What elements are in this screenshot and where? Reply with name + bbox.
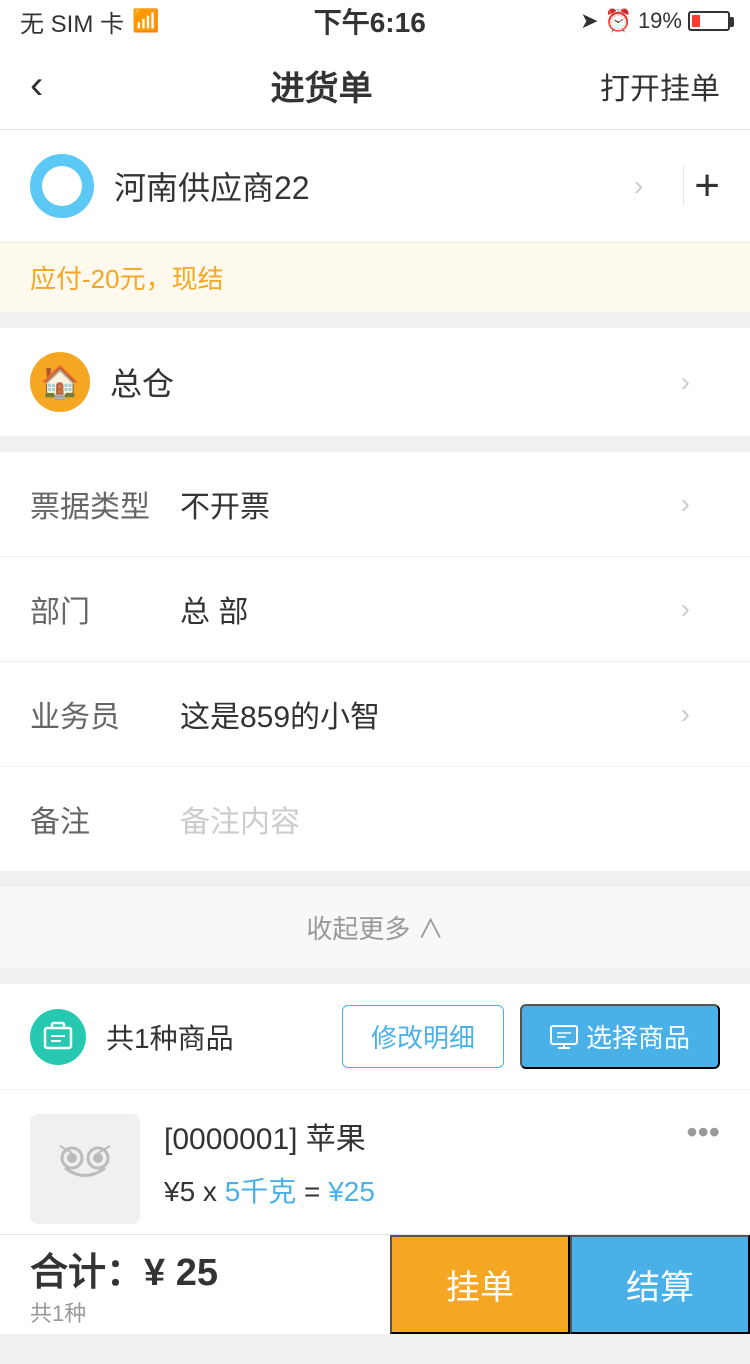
subtotal: ¥25 (328, 1176, 375, 1207)
carrier-text: 无 SIM 卡 (20, 4, 124, 39)
product-more-button[interactable]: ••• (686, 1114, 720, 1151)
product-thumbnail (30, 1114, 140, 1224)
product-count-text: 共1种商品 (106, 1017, 342, 1057)
modify-detail-button[interactable]: 修改明细 (342, 1005, 504, 1068)
dept-row[interactable]: 部门 总 部 › (0, 557, 750, 662)
warehouse-section[interactable]: 🏠 总仓 › (0, 328, 750, 436)
warehouse-chevron-icon: › (681, 366, 690, 398)
divider (683, 166, 684, 206)
product-code: [0000001] (164, 1123, 306, 1156)
select-product-label: 选择商品 (586, 1018, 690, 1055)
total-amount: 合计：¥ 25 (30, 1241, 360, 1296)
invoice-row[interactable]: 票据类型 不开票 › (0, 452, 750, 557)
checkout-button[interactable]: 结算 (570, 1235, 750, 1334)
product-thumb-icon (50, 1128, 120, 1210)
remark-row[interactable]: 备注 备注内容 (0, 767, 750, 871)
supplier-chevron-icon: › (634, 170, 643, 202)
total-label: 合计： (30, 1252, 144, 1294)
battery-icon (688, 11, 730, 31)
product-price: ¥5 x 5千克 = ¥25 (164, 1170, 686, 1210)
select-product-button[interactable]: 选择商品 (520, 1004, 720, 1069)
supplier-avatar (30, 154, 94, 218)
hang-button[interactable]: 挂单 (390, 1235, 570, 1334)
staff-value: 这是859的小智 (180, 692, 681, 736)
supplier-name[interactable]: 河南供应商22 (114, 163, 634, 209)
invoice-label: 票据类型 (30, 482, 150, 526)
invoice-chevron-icon: › (681, 488, 690, 520)
total-count: 共1种 (30, 1296, 360, 1328)
staff-row[interactable]: 业务员 这是859的小智 › (0, 662, 750, 767)
bottom-bar: 合计：¥ 25 共1种 挂单 结算 (0, 1234, 750, 1334)
dept-chevron-icon: › (681, 593, 690, 625)
product-name: [0000001] 苹果 (164, 1114, 686, 1158)
form-section: 票据类型 不开票 › 部门 总 部 › 业务员 这是859的小智 › 备注 备注… (0, 452, 750, 871)
dept-label: 部门 (30, 587, 150, 631)
invoice-value: 不开票 (180, 482, 681, 526)
battery-percent: 19% (638, 8, 682, 34)
page-title: 进货单 (271, 61, 373, 110)
status-left: 无 SIM 卡 📶 (20, 4, 159, 39)
wifi-icon: 📶 (132, 8, 159, 34)
nav-bar: ‹ 进货单 打开挂单 (0, 42, 750, 130)
open-pending-button[interactable]: 打开挂单 (600, 64, 720, 108)
total-section: 合计：¥ 25 共1种 (0, 1235, 390, 1334)
total-value: ¥ 25 (144, 1252, 218, 1294)
alarm-icon: ⏰ (605, 8, 632, 34)
remark-input[interactable]: 备注内容 (180, 797, 720, 841)
product-count-icon (30, 1009, 86, 1065)
product-section: 共1种商品 修改明细 选择商品 (0, 984, 750, 1248)
status-right: ➤ ⏰ 19% (580, 8, 730, 34)
product-header: 共1种商品 修改明细 选择商品 (0, 984, 750, 1090)
staff-chevron-icon: › (681, 698, 690, 730)
back-button[interactable]: ‹ (30, 63, 43, 108)
time-display: 下午6:16 (314, 1, 426, 41)
product-title: 苹果 (306, 1123, 366, 1156)
warehouse-icon: 🏠 (30, 352, 90, 412)
location-icon: ➤ (580, 8, 598, 34)
product-info: [0000001] 苹果 ¥5 x 5千克 = ¥25 (164, 1114, 686, 1210)
main-content: 河南供应商22 › + 应付-20元，现结 🏠 总仓 › 票据类型 不开票 › … (0, 130, 750, 1248)
remark-label: 备注 (30, 797, 150, 841)
staff-label: 业务员 (30, 692, 150, 736)
avatar-inner (42, 166, 82, 206)
warehouse-name: 总仓 (110, 359, 681, 405)
payment-note: 应付-20元，现结 (0, 242, 750, 312)
supplier-section: 河南供应商22 › + 应付-20元，现结 (0, 130, 750, 312)
supplier-row: 河南供应商22 › + (0, 130, 750, 242)
status-bar: 无 SIM 卡 📶 下午6:16 ➤ ⏰ 19% (0, 0, 750, 42)
collapse-row[interactable]: 收起更多 ∧ (0, 887, 750, 968)
quantity: 5千克 (225, 1176, 297, 1207)
product-item: [0000001] 苹果 ¥5 x 5千克 = ¥25 ••• (0, 1090, 750, 1248)
unit-price: ¥5 x (164, 1176, 225, 1207)
equals: = (296, 1176, 328, 1207)
dept-value: 总 部 (180, 587, 681, 631)
add-supplier-button[interactable]: + (694, 164, 720, 208)
